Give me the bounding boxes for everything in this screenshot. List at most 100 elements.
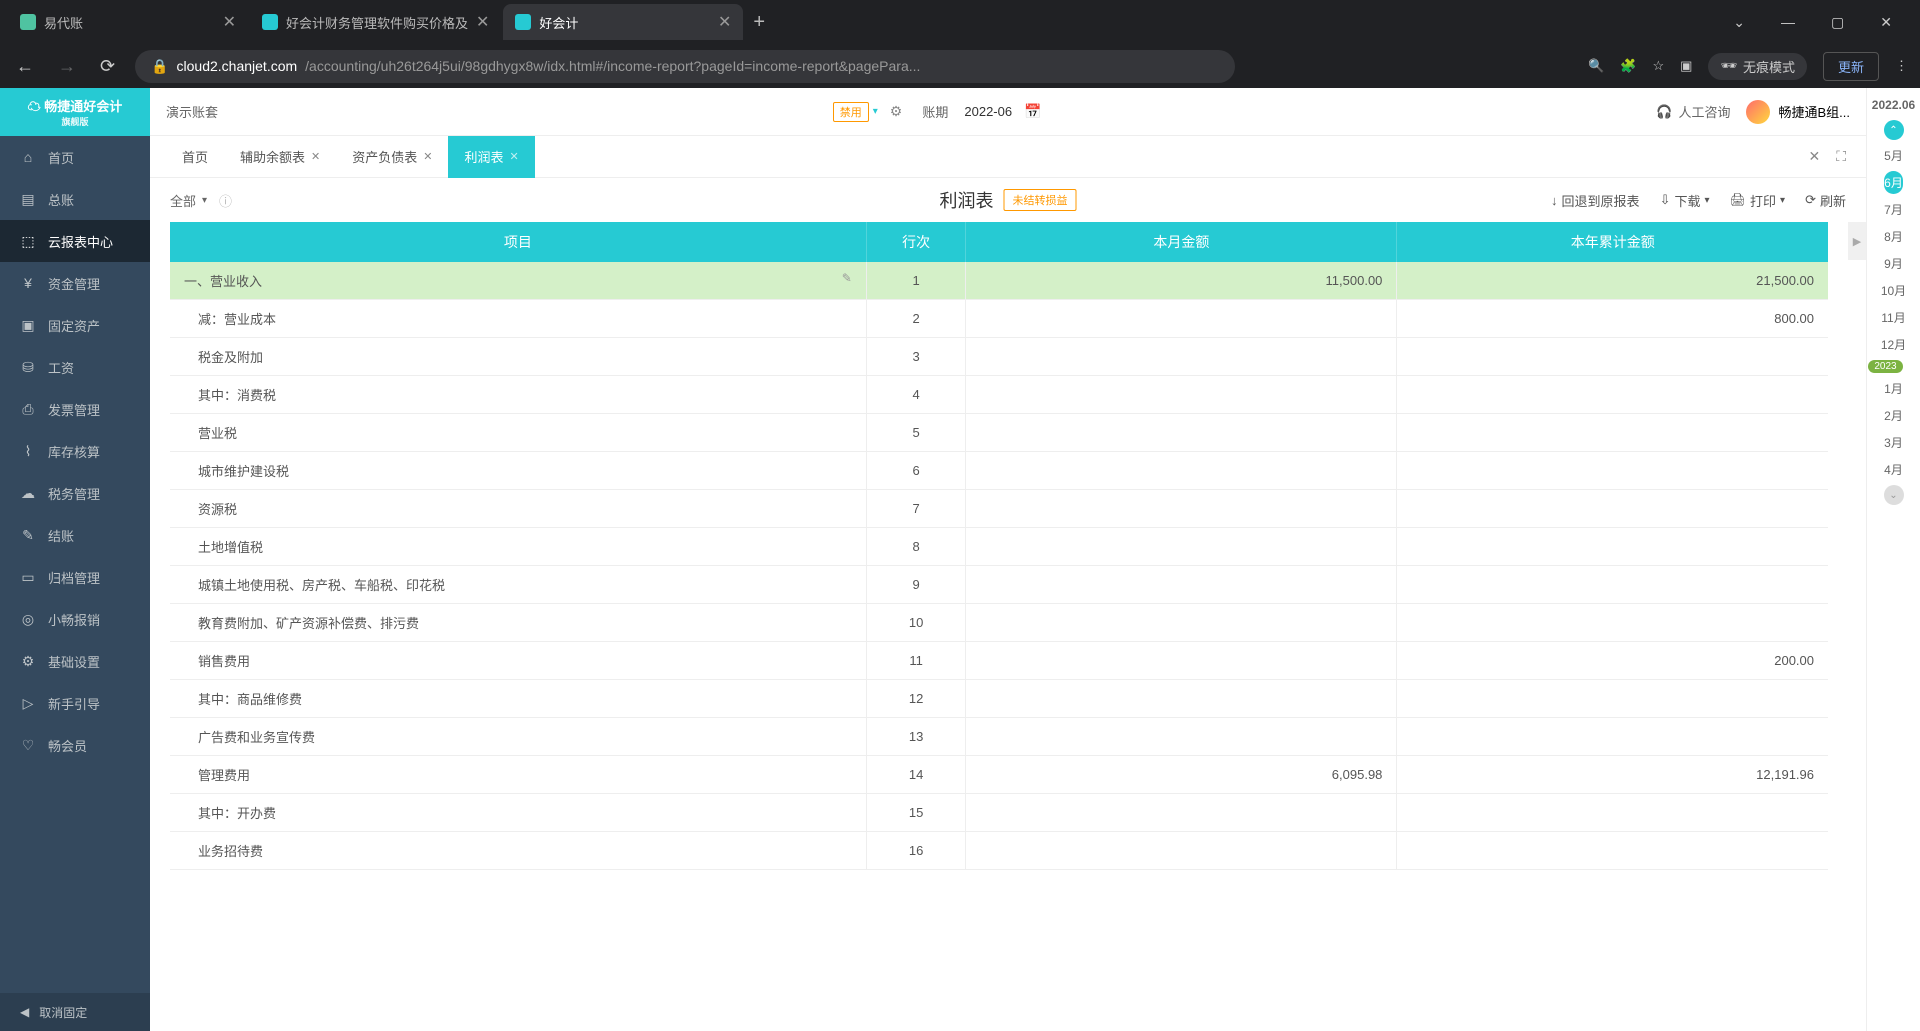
fullscreen-icon[interactable]: ⛶ bbox=[1832, 144, 1850, 169]
minimize-button[interactable]: — bbox=[1773, 10, 1803, 35]
nav-tab[interactable]: 利润表✕ bbox=[448, 136, 534, 178]
month-item[interactable]: 6月 bbox=[1884, 171, 1903, 194]
table-row[interactable]: 其中：开办费 15 bbox=[170, 794, 1828, 832]
support-link[interactable]: 🎧 人工咨询 bbox=[1656, 102, 1730, 121]
table-row[interactable]: 土地增值税 8 bbox=[170, 528, 1828, 566]
menu-icon[interactable]: ⋮ bbox=[1895, 58, 1908, 74]
nav-tab[interactable]: 资产负债表✕ bbox=[336, 136, 448, 178]
window-dropdown-icon[interactable]: ⌄ bbox=[1725, 10, 1753, 35]
sidebar-item[interactable]: ▣固定资产 bbox=[0, 304, 150, 346]
account-name[interactable]: 演示账套 bbox=[166, 102, 218, 121]
table-row[interactable]: 营业税 5 bbox=[170, 414, 1828, 452]
sidebar-item[interactable]: ⚙基础设置 bbox=[0, 640, 150, 682]
browser-tab[interactable]: 好会计财务管理软件购买价格及✕ bbox=[250, 4, 501, 40]
nav-tab-close-icon[interactable]: ✕ bbox=[311, 150, 320, 163]
table-row[interactable]: 教育费附加、矿产资源补偿费、排污费 10 bbox=[170, 604, 1828, 642]
sidebar-item[interactable]: ◎小畅报销 bbox=[0, 598, 150, 640]
table-row[interactable]: 税金及附加 3 bbox=[170, 338, 1828, 376]
table-row[interactable]: 业务招待费 16 bbox=[170, 832, 1828, 870]
sidebar-unpin-button[interactable]: ◀ 取消固定 bbox=[0, 993, 150, 1031]
edit-icon[interactable]: ✎ bbox=[842, 271, 852, 285]
nav-tab-close-icon[interactable]: ✕ bbox=[510, 150, 519, 163]
nav-tab[interactable]: 首页 bbox=[166, 136, 224, 178]
cell-month bbox=[966, 452, 1397, 490]
table-row[interactable]: 其中：消费税 4 bbox=[170, 376, 1828, 414]
sidebar-logo[interactable]: ☁ 畅捷通好会计 旗舰版 bbox=[0, 88, 150, 136]
sidebar-item[interactable]: ♡畅会员 bbox=[0, 724, 150, 766]
reader-icon[interactable]: ▣ bbox=[1680, 58, 1692, 74]
table-row[interactable]: 管理费用 14 6,095.98 12,191.96 bbox=[170, 756, 1828, 794]
bookmark-icon[interactable]: ☆ bbox=[1653, 58, 1665, 74]
sidebar-item-label: 固定资产 bbox=[48, 316, 100, 335]
month-item[interactable]: 10月 bbox=[1876, 277, 1911, 304]
tab-close-icon[interactable]: ✕ bbox=[223, 12, 236, 32]
close-window-button[interactable]: ✕ bbox=[1872, 10, 1900, 35]
browser-tab[interactable]: 易代账✕ bbox=[8, 4, 248, 40]
table-row[interactable]: 城市维护建设税 6 bbox=[170, 452, 1828, 490]
table-row[interactable]: 广告费和业务宣传费 13 bbox=[170, 718, 1828, 756]
table-row[interactable]: 一、营业收入✎ 1 11,500.00 21,500.00 bbox=[170, 262, 1828, 300]
period-value[interactable]: 2022-06 bbox=[964, 104, 1012, 119]
sidebar-item[interactable]: ▷新手引导 bbox=[0, 682, 150, 724]
sidebar-item[interactable]: ▭归档管理 bbox=[0, 556, 150, 598]
sidebar-item[interactable]: ▤总账 bbox=[0, 178, 150, 220]
zoom-icon[interactable]: 🔍 bbox=[1588, 58, 1604, 74]
maximize-button[interactable]: ▢ bbox=[1823, 10, 1852, 35]
revert-button[interactable]: ↓ 回退到原报表 bbox=[1551, 191, 1640, 210]
sidebar-item[interactable]: ⛁工资 bbox=[0, 346, 150, 388]
download-button[interactable]: ⇩ 下载 ▾ bbox=[1660, 191, 1710, 210]
nav-tab-close-icon[interactable]: ✕ bbox=[423, 150, 432, 163]
url-bar: ← → ⟳ 🔒 cloud2.chanjet.com/accounting/uh… bbox=[0, 44, 1920, 88]
sidebar-item[interactable]: ⬚云报表中心 bbox=[0, 220, 150, 262]
sidebar-item[interactable]: ✎结账 bbox=[0, 514, 150, 556]
account-dropdown-icon[interactable]: ▾ bbox=[873, 106, 878, 117]
expand-column-icon[interactable]: ▶ bbox=[1848, 222, 1866, 260]
close-all-tabs-icon[interactable]: ✕ bbox=[1804, 144, 1824, 169]
extension-icon[interactable]: 🧩 bbox=[1620, 58, 1636, 74]
reload-button[interactable]: ⟳ bbox=[96, 52, 119, 81]
refresh-button[interactable]: ⟳ 刷新 bbox=[1805, 191, 1846, 210]
cell-line: 15 bbox=[866, 794, 965, 832]
sidebar-item[interactable]: ⌂首页 bbox=[0, 136, 150, 178]
calendar-icon[interactable]: 📅 bbox=[1024, 103, 1041, 120]
nav-tab[interactable]: 辅助余额表✕ bbox=[224, 136, 336, 178]
user-menu[interactable]: 畅捷通B组... bbox=[1746, 100, 1850, 124]
forward-button[interactable]: → bbox=[54, 52, 80, 81]
new-tab-button[interactable]: + bbox=[753, 11, 765, 34]
sidebar-item[interactable]: ⌇库存核算 bbox=[0, 430, 150, 472]
table-row[interactable]: 资源税 7 bbox=[170, 490, 1828, 528]
month-item[interactable]: 8月 bbox=[1876, 223, 1911, 250]
month-item[interactable]: 5月 bbox=[1876, 142, 1911, 169]
print-button[interactable]: 🖨 打印 ▾ bbox=[1730, 191, 1786, 210]
cell-year bbox=[1397, 452, 1828, 490]
month-item[interactable]: 7月 bbox=[1876, 196, 1911, 223]
month-up-button[interactable]: ⌃ bbox=[1884, 120, 1904, 140]
url-field[interactable]: 🔒 cloud2.chanjet.com/accounting/uh26t264… bbox=[135, 50, 1235, 83]
table-row[interactable]: 销售费用 11 200.00 bbox=[170, 642, 1828, 680]
sidebar-item[interactable]: ¥资金管理 bbox=[0, 262, 150, 304]
tab-close-icon[interactable]: ✕ bbox=[718, 12, 731, 32]
month-down-button[interactable]: ⌄ bbox=[1884, 485, 1904, 505]
month-item[interactable]: 11月 bbox=[1876, 304, 1911, 331]
month-item[interactable]: 3月 bbox=[1884, 429, 1903, 456]
back-button[interactable]: ← bbox=[12, 52, 38, 81]
table-row[interactable]: 城镇土地使用税、房产税、车船税、印花税 9 bbox=[170, 566, 1828, 604]
tab-close-icon[interactable]: ✕ bbox=[476, 12, 489, 32]
filter-dropdown[interactable]: 全部 ▾ ⓘ bbox=[170, 191, 232, 210]
table-row[interactable]: 减：营业成本 2 800.00 bbox=[170, 300, 1828, 338]
update-button[interactable]: 更新 bbox=[1823, 52, 1879, 81]
month-item[interactable]: 12月 bbox=[1876, 331, 1911, 358]
cell-month bbox=[966, 414, 1397, 452]
month-item[interactable]: 9月 bbox=[1876, 250, 1911, 277]
month-item[interactable]: 4月 bbox=[1884, 456, 1903, 483]
table-row[interactable]: 其中：商品维修费 12 bbox=[170, 680, 1828, 718]
sidebar-item[interactable]: ☁税务管理 bbox=[0, 472, 150, 514]
month-item[interactable]: 2月 bbox=[1884, 402, 1903, 429]
help-icon[interactable]: ⓘ bbox=[219, 191, 232, 210]
settings-icon[interactable]: ⚙ bbox=[890, 103, 903, 120]
sidebar-item[interactable]: ⎙发票管理 bbox=[0, 388, 150, 430]
month-item[interactable]: 1月 bbox=[1884, 375, 1903, 402]
chevron-down-icon: ▾ bbox=[1780, 195, 1785, 206]
cell-item: 一、营业收入✎ bbox=[170, 262, 866, 300]
browser-tab[interactable]: 好会计✕ bbox=[503, 4, 743, 40]
